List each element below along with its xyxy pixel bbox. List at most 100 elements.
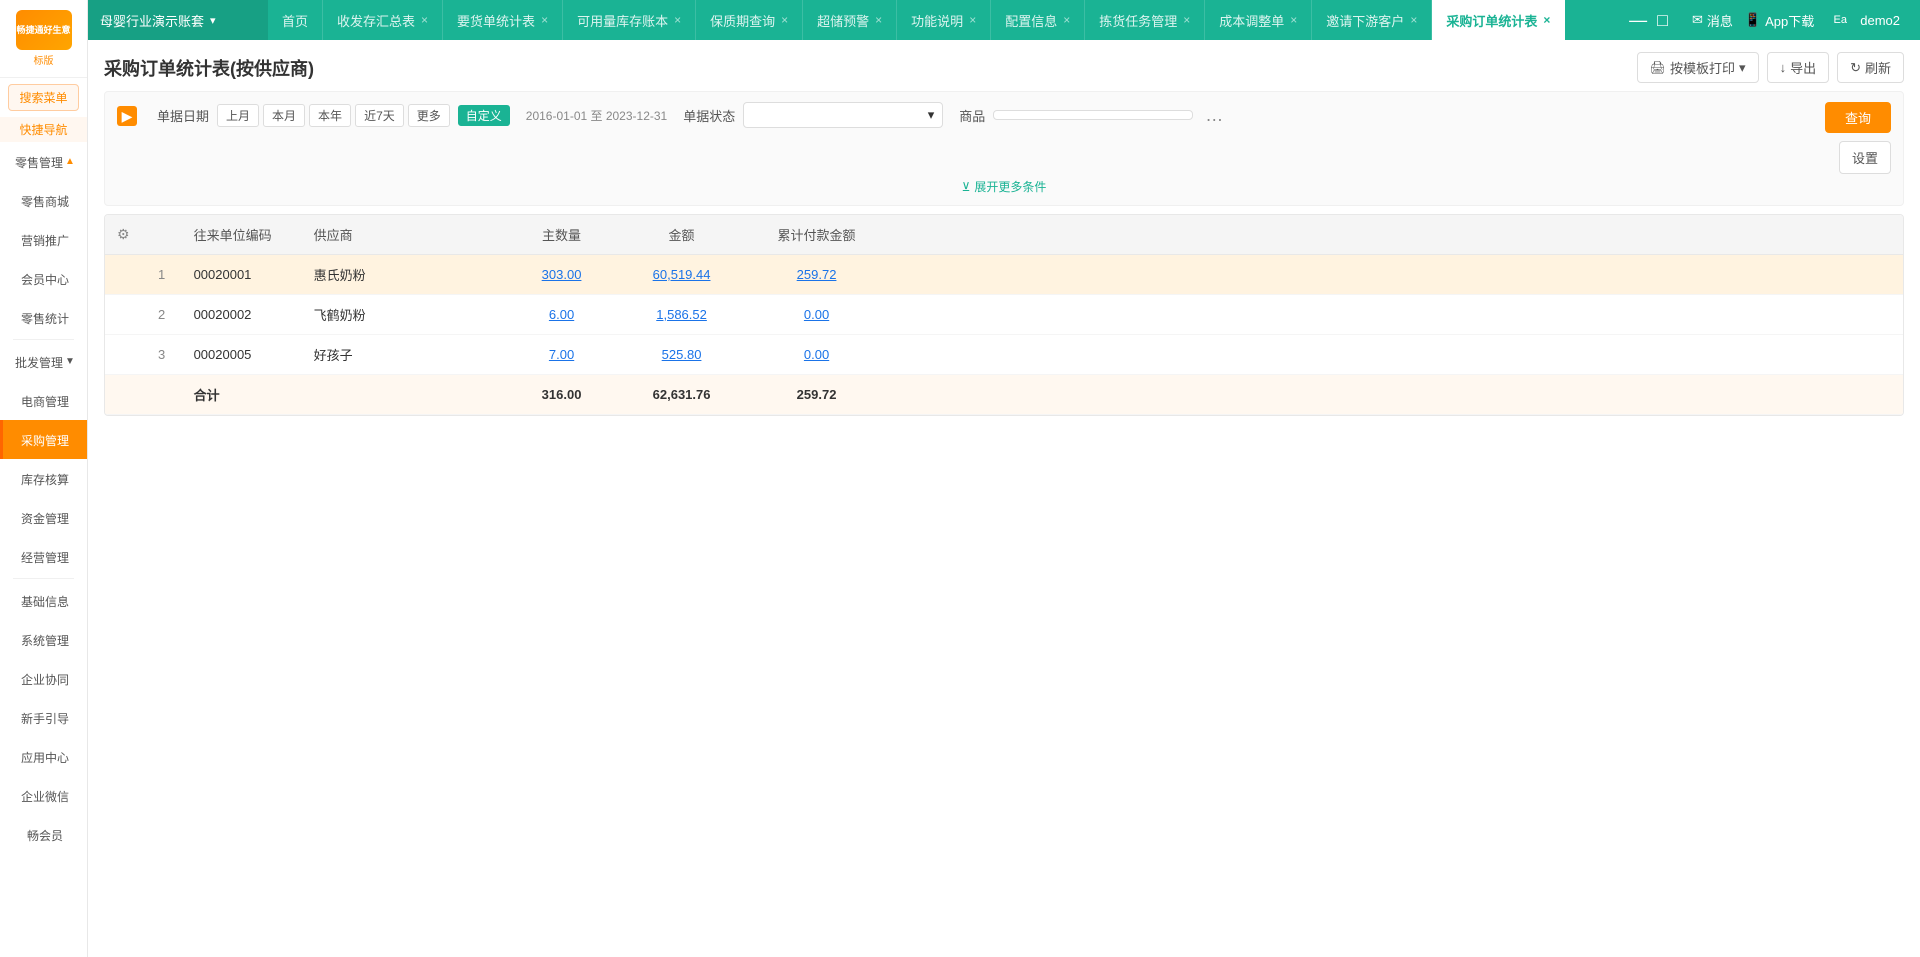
row-amount-cell[interactable]: 525.80 bbox=[622, 335, 742, 375]
refresh-button[interactable]: ↻ 刷新 bbox=[1837, 52, 1904, 83]
tab-close-icon[interactable]: × bbox=[875, 13, 882, 27]
tab-config-info[interactable]: 配置信息 × bbox=[991, 0, 1085, 40]
date-btn-this-year[interactable]: 本年 bbox=[309, 104, 351, 127]
row-qty-cell[interactable]: 303.00 bbox=[502, 255, 622, 295]
column-settings-icon[interactable]: ⚙ bbox=[117, 226, 130, 242]
goods-input[interactable] bbox=[993, 110, 1193, 120]
sidebar-item-vip-member[interactable]: 畅会员 bbox=[0, 815, 87, 854]
status-select-arrow: ▾ bbox=[928, 107, 935, 123]
row-paid-cell[interactable]: 259.72 bbox=[742, 255, 892, 295]
filter-main-row: ▶ 单据日期 上月 本月 本年 近7天 更多 自定义 bbox=[117, 102, 1891, 174]
row-code-cell: 00020005 bbox=[182, 335, 302, 375]
sidebar-item-enterprise-collab[interactable]: 企业协同 bbox=[0, 659, 87, 698]
status-select[interactable]: ▾ bbox=[743, 102, 943, 128]
filter-expand-row: ⊻ 展开更多条件 bbox=[117, 174, 1891, 195]
sidebar-item-wholesale-mgmt[interactable]: 批发管理 ▼ bbox=[0, 342, 87, 381]
tab-purchase-summary[interactable]: 采购订单统计表 × bbox=[1432, 0, 1565, 40]
sidebar-item-enterprise-wechat[interactable]: 企业微信 bbox=[0, 776, 87, 815]
tab-invite-downstream[interactable]: 邀请下游客户 × bbox=[1312, 0, 1432, 40]
tab-pick-task[interactable]: 拣货任务管理 × bbox=[1085, 0, 1205, 40]
page-title: 采购订单统计表(按供应商) bbox=[104, 55, 314, 81]
sidebar-item-system-mgmt[interactable]: 系统管理 bbox=[0, 620, 87, 659]
expand-icon[interactable]: ▶ bbox=[117, 106, 137, 126]
row-qty-cell[interactable]: 6.00 bbox=[502, 295, 622, 335]
sidebar: 畅捷通好生意 标版 搜索菜单 快捷导航 零售管理 ▲ 零售商城 营销推广 会员中… bbox=[0, 0, 88, 957]
sidebar-item-basic-info[interactable]: 基础信息 bbox=[0, 581, 87, 620]
sidebar-item-marketing[interactable]: 营销推广 bbox=[0, 220, 87, 259]
footer-amount-cell: 62,631.76 bbox=[622, 375, 742, 415]
print-button[interactable]: 🖨 按模板打印 ▾ bbox=[1637, 52, 1759, 83]
table-row: 1 00020001 惠氏奶粉 303.00 60,519.44 259.72 bbox=[105, 255, 1903, 295]
query-button[interactable]: 查询 bbox=[1825, 102, 1891, 133]
page-title-bar: 采购订单统计表(按供应商) 🖨 按模板打印 ▾ ↓ 导出 ↻ 刷新 bbox=[88, 40, 1920, 91]
tab-expiry-query[interactable]: 保质期查询 × bbox=[696, 0, 803, 40]
row-supplier-cell: 飞鹤奶粉 bbox=[302, 295, 502, 335]
row-amount-cell[interactable]: 1,586.52 bbox=[622, 295, 742, 335]
sidebar-item-operation-mgmt[interactable]: 经营管理 bbox=[0, 537, 87, 576]
arrow-icon: ▼ bbox=[65, 356, 75, 367]
tab-close-icon[interactable]: × bbox=[1063, 13, 1070, 27]
footer-settings-cell bbox=[105, 375, 142, 415]
row-settings-cell bbox=[105, 295, 142, 335]
app-download-button[interactable]: 📱 App下载 bbox=[1745, 11, 1814, 30]
row-amount-cell[interactable]: 60,519.44 bbox=[622, 255, 742, 295]
tab-close-icon[interactable]: × bbox=[541, 13, 548, 27]
filter-expand-arrow: ▶ bbox=[117, 102, 141, 126]
col-header-settings: ⚙ bbox=[105, 215, 142, 255]
sidebar-item-retail-stats[interactable]: 零售统计 bbox=[0, 298, 87, 337]
date-btn-last-month[interactable]: 上月 bbox=[217, 104, 259, 127]
table-body: 1 00020001 惠氏奶粉 303.00 60,519.44 259.72 … bbox=[105, 255, 1903, 375]
tab-close-icon[interactable]: × bbox=[421, 13, 428, 27]
tab-close-icon[interactable]: × bbox=[1183, 13, 1190, 27]
search-menu-button[interactable]: 搜索菜单 bbox=[8, 84, 79, 111]
col-header-num bbox=[142, 215, 182, 255]
minimize-button[interactable]: — bbox=[1629, 10, 1647, 31]
tab-cost-adjust[interactable]: 成本调整单 × bbox=[1205, 0, 1312, 40]
tab-close-icon[interactable]: × bbox=[1290, 13, 1297, 27]
sidebar-item-inventory-check[interactable]: 库存核算 bbox=[0, 459, 87, 498]
logo-image: 畅捷通好生意 bbox=[16, 10, 72, 50]
settings-button[interactable]: 设置 bbox=[1839, 141, 1891, 174]
message-button[interactable]: ✉ 消息 bbox=[1692, 11, 1733, 30]
sidebar-item-retail-shop[interactable]: 零售商城 bbox=[0, 181, 87, 220]
date-btn-more[interactable]: 更多 bbox=[408, 104, 450, 127]
tab-close-active-icon[interactable]: × bbox=[1543, 13, 1550, 27]
user-profile[interactable]: Ea demo2 bbox=[1826, 6, 1900, 34]
tab-receive-summary[interactable]: 收发存汇总表 × bbox=[323, 0, 443, 40]
expand-more-btn[interactable]: ⊻ 展开更多条件 bbox=[962, 178, 1047, 195]
date-filter-item: 单据日期 上月 本月 本年 近7天 更多 自定义 bbox=[157, 104, 510, 127]
tab-order-summary[interactable]: 要货单统计表 × bbox=[443, 0, 563, 40]
download-icon: 📱 bbox=[1745, 12, 1761, 28]
main-content-area: 母婴行业演示账套 ▾ 首页 收发存汇总表 × 要货单统计表 × 可用量库存账本 … bbox=[88, 0, 1920, 957]
sidebar-item-purchase-mgmt[interactable]: 采购管理 bbox=[0, 420, 87, 459]
export-button[interactable]: ↓ 导出 bbox=[1767, 52, 1830, 83]
sidebar-item-capital-mgmt[interactable]: 资金管理 bbox=[0, 498, 87, 537]
account-dropdown[interactable]: 母婴行业演示账套 ▾ bbox=[88, 0, 268, 40]
tab-overstock-warning[interactable]: 超储预警 × bbox=[803, 0, 897, 40]
sidebar-search-section: 搜索菜单 bbox=[0, 78, 87, 117]
maximize-button[interactable]: □ bbox=[1657, 10, 1668, 31]
sidebar-item-member-center[interactable]: 会员中心 bbox=[0, 259, 87, 298]
tab-close-icon[interactable]: × bbox=[969, 13, 976, 27]
tab-close-icon[interactable]: × bbox=[1410, 13, 1417, 27]
sidebar-item-retail-mgmt[interactable]: 零售管理 ▲ bbox=[0, 142, 87, 181]
row-num-cell: 1 bbox=[142, 255, 182, 295]
row-paid-cell[interactable]: 0.00 bbox=[742, 335, 892, 375]
sidebar-item-ecommerce-mgmt[interactable]: 电商管理 bbox=[0, 381, 87, 420]
row-paid-cell[interactable]: 0.00 bbox=[742, 295, 892, 335]
date-btn-this-month[interactable]: 本月 bbox=[263, 104, 305, 127]
sidebar-item-new-guide[interactable]: 新手引导 bbox=[0, 698, 87, 737]
tab-close-icon[interactable]: × bbox=[674, 13, 681, 27]
date-range-item: 2016-01-01 至 2023-12-31 bbox=[526, 107, 667, 124]
date-range-text: 2016-01-01 至 2023-12-31 bbox=[526, 107, 667, 124]
tab-home[interactable]: 首页 bbox=[268, 0, 323, 40]
tab-function-desc[interactable]: 功能说明 × bbox=[897, 0, 991, 40]
goods-more-button[interactable]: … bbox=[1201, 105, 1227, 126]
sidebar-item-app-center[interactable]: 应用中心 bbox=[0, 737, 87, 776]
export-icon: ↓ bbox=[1780, 60, 1787, 75]
row-qty-cell[interactable]: 7.00 bbox=[502, 335, 622, 375]
date-btn-last-7-days[interactable]: 近7天 bbox=[355, 104, 404, 127]
tab-close-icon[interactable]: × bbox=[781, 13, 788, 27]
tab-available-inventory[interactable]: 可用量库存账本 × bbox=[563, 0, 696, 40]
username-label: demo2 bbox=[1860, 13, 1900, 28]
